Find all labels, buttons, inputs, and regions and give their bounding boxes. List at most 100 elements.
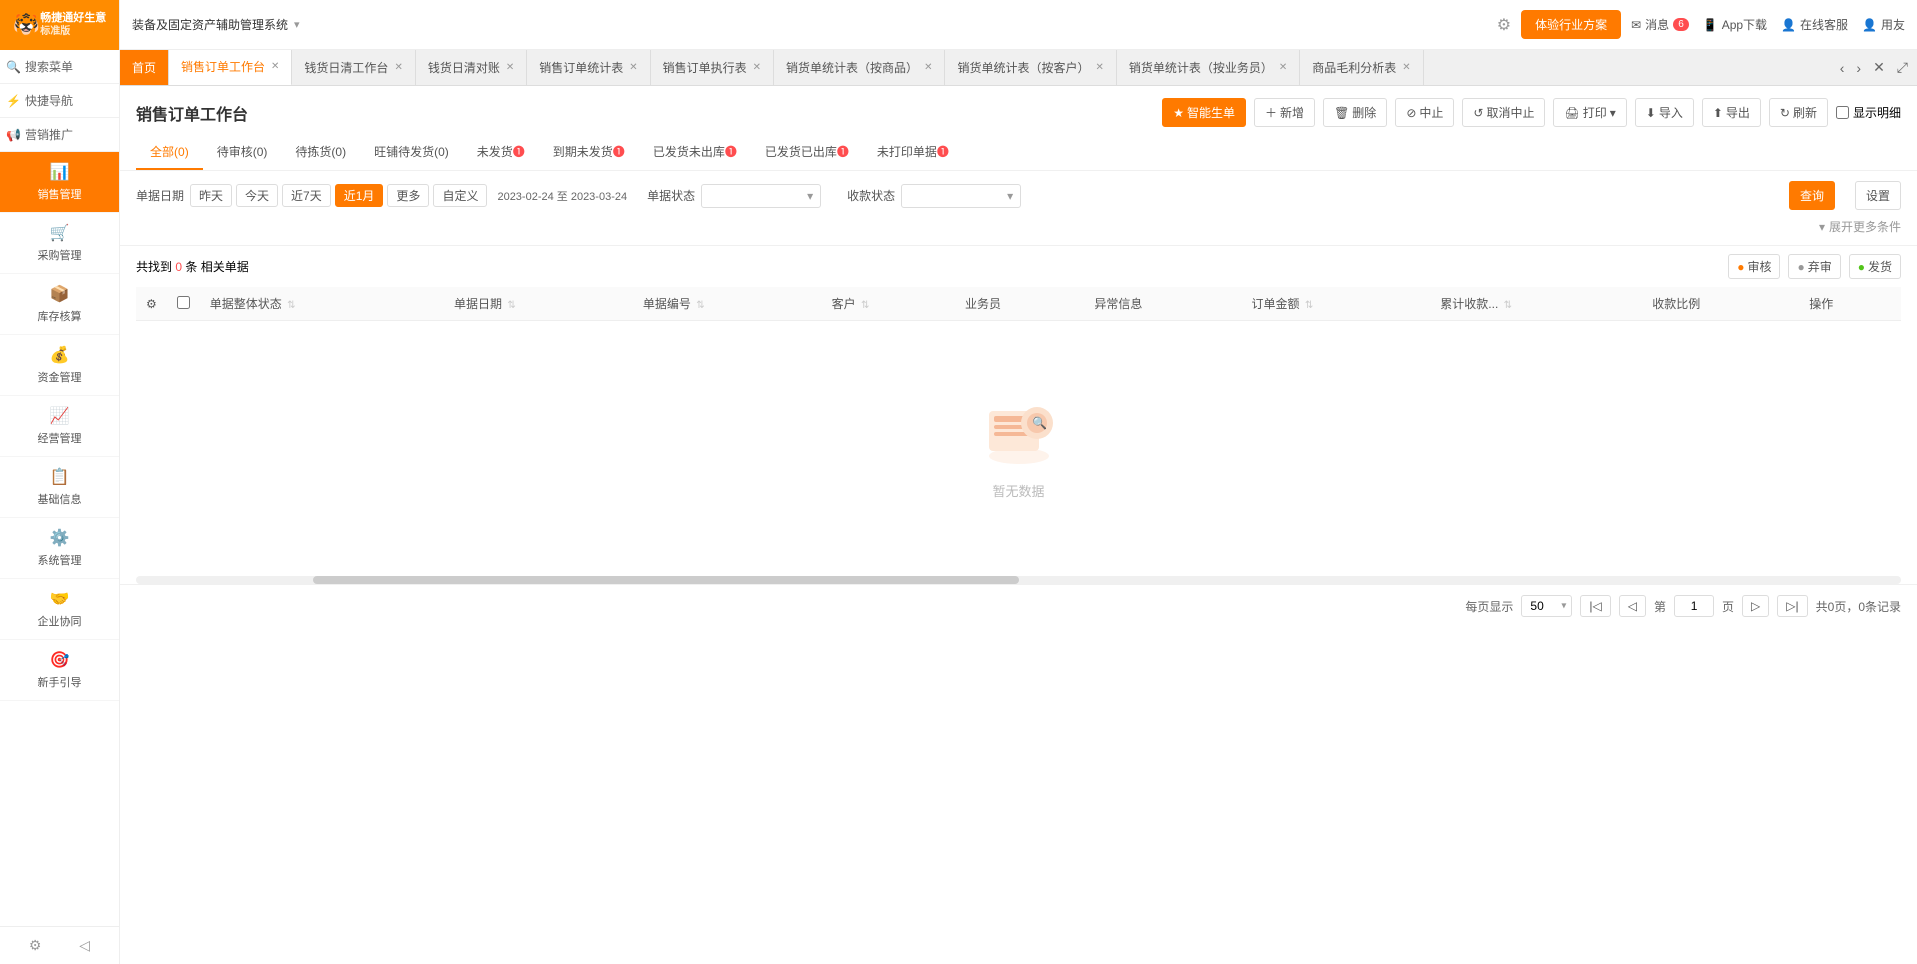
sidebar-item-guide[interactable]: 🎯 新手引导 (0, 640, 119, 701)
filter-expand-button[interactable]: ▾ 展开更多条件 (1819, 218, 1901, 235)
filter-today-btn[interactable]: 今天 (236, 184, 278, 207)
topbar-settings-icon[interactable]: ⚙ (1497, 15, 1511, 35)
import-button[interactable]: ⬇ 导入 (1635, 98, 1694, 127)
industry-solution-button[interactable]: 体验行业方案 (1521, 10, 1621, 39)
filter-7days-btn[interactable]: 近7天 (282, 184, 331, 207)
message-btn[interactable]: ✉ 消息 6 (1631, 16, 1689, 33)
tab-cash-reconcile-close[interactable]: ✕ (506, 62, 514, 73)
th-number-sort[interactable]: ⇅ (696, 300, 704, 311)
scrollbar-thumb[interactable] (313, 576, 1019, 584)
refresh-button[interactable]: ↻ 刷新 (1769, 98, 1828, 127)
page-size-select[interactable]: 20 50 100 (1521, 595, 1572, 617)
tab-sales-stat-product-close[interactable]: ✕ (924, 62, 932, 73)
subtab-shipped-not-in[interactable]: 已发货未出库❶ (639, 135, 751, 170)
print-button[interactable]: 🖨 打印 ▾ (1553, 98, 1626, 127)
show-detail-checkbox[interactable] (1836, 106, 1849, 119)
smart-create-button[interactable]: ★ 智能生单 (1162, 98, 1246, 127)
user-menu-btn[interactable]: 👤 用友 (1862, 16, 1905, 33)
prev-page-btn[interactable]: ◁ (1619, 595, 1646, 617)
th-checkbox[interactable] (167, 287, 200, 321)
stop-button[interactable]: ⊘ 中止 (1395, 98, 1454, 127)
subtab-not-printed[interactable]: 未打印单据❶ (863, 135, 963, 170)
th-customer-sort[interactable]: ⇅ (861, 300, 869, 311)
sidebar-item-purchase[interactable]: 🛒 采购管理 (0, 213, 119, 274)
tab-sales-stat-salesman-close[interactable]: ✕ (1279, 62, 1287, 73)
topbar-dropdown-btn[interactable]: ▾ (294, 18, 300, 31)
sidebar-item-basic[interactable]: 📋 基础信息 (0, 457, 119, 518)
th-settings[interactable]: ⚙ (136, 287, 167, 321)
cancel-stop-button[interactable]: ↺ 取消中止 (1462, 98, 1545, 127)
subtab-expired-not-shipped[interactable]: 到期未发货❶ (539, 135, 639, 170)
print-dropdown-icon[interactable]: ▾ (1610, 106, 1616, 120)
add-button[interactable]: ＋ 新增 (1254, 98, 1315, 127)
tab-home[interactable]: 首页 (120, 50, 169, 86)
tab-sales-workbench[interactable]: 销售订单工作台 ✕ (169, 50, 292, 86)
last-page-btn[interactable]: ▷| (1777, 595, 1807, 617)
delete-icon: 🗑 (1334, 106, 1349, 120)
next-page-btn[interactable]: ▷ (1742, 595, 1769, 617)
delete-button[interactable]: 🗑 删除 (1323, 98, 1387, 127)
th-amount-sort[interactable]: ⇅ (1305, 300, 1313, 311)
sidebar-item-inventory[interactable]: 📦 库存核算 (0, 274, 119, 335)
first-page-btn[interactable]: |◁ (1580, 595, 1610, 617)
sidebar-item-system[interactable]: ⚙️ 系统管理 (0, 518, 119, 579)
subtab-pending-review-label: 待审核(0) (217, 145, 268, 159)
filter-payment-select[interactable] (901, 184, 1021, 208)
tab-cash-reconcile[interactable]: 钱货日清对账 ✕ (416, 50, 527, 86)
tab-sales-stat-product[interactable]: 销货单统计表（按商品） ✕ (774, 50, 945, 86)
ship-button[interactable]: ● 发货 (1849, 254, 1901, 279)
query-button[interactable]: 查询 (1789, 181, 1835, 210)
tab-sales-workbench-close[interactable]: ✕ (271, 61, 279, 72)
th-received-sort[interactable]: ⇅ (1504, 300, 1512, 311)
review-button[interactable]: ● 审核 (1728, 254, 1780, 279)
tab-maximize[interactable]: ⤢ (1892, 57, 1913, 78)
th-status-sort[interactable]: ⇅ (287, 300, 295, 311)
horizontal-scrollbar[interactable] (136, 576, 1901, 584)
subtab-not-shipped[interactable]: 未发货❶ (463, 135, 539, 170)
subtab-wangpu-pending[interactable]: 旺铺待发货(0) (360, 135, 463, 170)
online-service-btn[interactable]: 👤 在线客服 (1781, 16, 1848, 33)
tab-sales-exec-close[interactable]: ✕ (753, 62, 761, 73)
abandon-button[interactable]: ● 弃审 (1788, 254, 1840, 279)
sidebar-item-marketing[interactable]: 📢 营销推广 (0, 118, 119, 152)
tab-cash-daily[interactable]: 钱货日清工作台 ✕ (292, 50, 415, 86)
tab-sales-stat-close[interactable]: ✕ (629, 62, 637, 73)
filter-more-btn[interactable]: 更多 (387, 184, 429, 207)
select-all-checkbox[interactable] (177, 296, 190, 309)
tab-sales-stat-salesman[interactable]: 销货单统计表（按业务员） ✕ (1117, 50, 1300, 86)
subtab-pending-review[interactable]: 待审核(0) (203, 135, 282, 170)
subtab-pending-inspect[interactable]: 待拣货(0) (281, 135, 360, 170)
tab-cash-daily-close[interactable]: ✕ (394, 62, 402, 73)
tab-sales-stat-customer[interactable]: 销货单统计表（按客户） ✕ (945, 50, 1116, 86)
export-button[interactable]: ⬆ 导出 (1702, 98, 1761, 127)
sidebar-settings-btn[interactable]: ⚙ (29, 937, 42, 954)
tab-product-margin-close[interactable]: ✕ (1402, 62, 1410, 73)
sidebar-item-quick[interactable]: ⚡ 快捷导航 (0, 84, 119, 118)
sidebar-item-enterprise[interactable]: 🤝 企业协同 (0, 579, 119, 640)
sidebar-item-sales[interactable]: 📊 销售管理 (0, 152, 119, 213)
tab-sales-stat-customer-close[interactable]: ✕ (1095, 62, 1103, 73)
tab-nav-prev[interactable]: ‹ (1835, 58, 1850, 78)
filter-yesterday-btn[interactable]: 昨天 (190, 184, 232, 207)
subtab-shipped-in[interactable]: 已发货已出库❶ (751, 135, 863, 170)
filter-settings-button[interactable]: 设置 (1855, 181, 1901, 210)
tab-close-all[interactable]: ✕ (1868, 57, 1890, 78)
tab-nav-next[interactable]: › (1851, 58, 1866, 78)
page-number-input[interactable] (1674, 595, 1714, 617)
th-date-sort[interactable]: ⇅ (507, 300, 515, 311)
sidebar-collapse-btn[interactable]: ◁ (79, 937, 90, 954)
filter-status-select[interactable] (701, 184, 821, 208)
sidebar-item-search[interactable]: 🔍 搜索菜单 (0, 50, 119, 84)
sidebar-purchase-label: 采购管理 (38, 247, 82, 263)
show-detail-toggle[interactable]: 显示明细 (1836, 104, 1901, 121)
app-download-btn[interactable]: 📱 App下载 (1703, 16, 1767, 33)
subtab-all[interactable]: 全部(0) (136, 135, 203, 170)
tab-product-margin[interactable]: 商品毛利分析表 ✕ (1300, 50, 1423, 86)
tab-sales-exec[interactable]: 销售订单执行表 ✕ (651, 50, 774, 86)
filter-1month-btn[interactable]: 近1月 (335, 184, 384, 207)
filter-custom-btn[interactable]: 自定义 (433, 184, 487, 207)
tab-sales-stat[interactable]: 销售订单统计表 ✕ (527, 50, 650, 86)
sidebar-item-finance[interactable]: 💰 资金管理 (0, 335, 119, 396)
sidebar-item-operations[interactable]: 📈 经营管理 (0, 396, 119, 457)
th-ratio: 收款比例 (1642, 287, 1799, 321)
